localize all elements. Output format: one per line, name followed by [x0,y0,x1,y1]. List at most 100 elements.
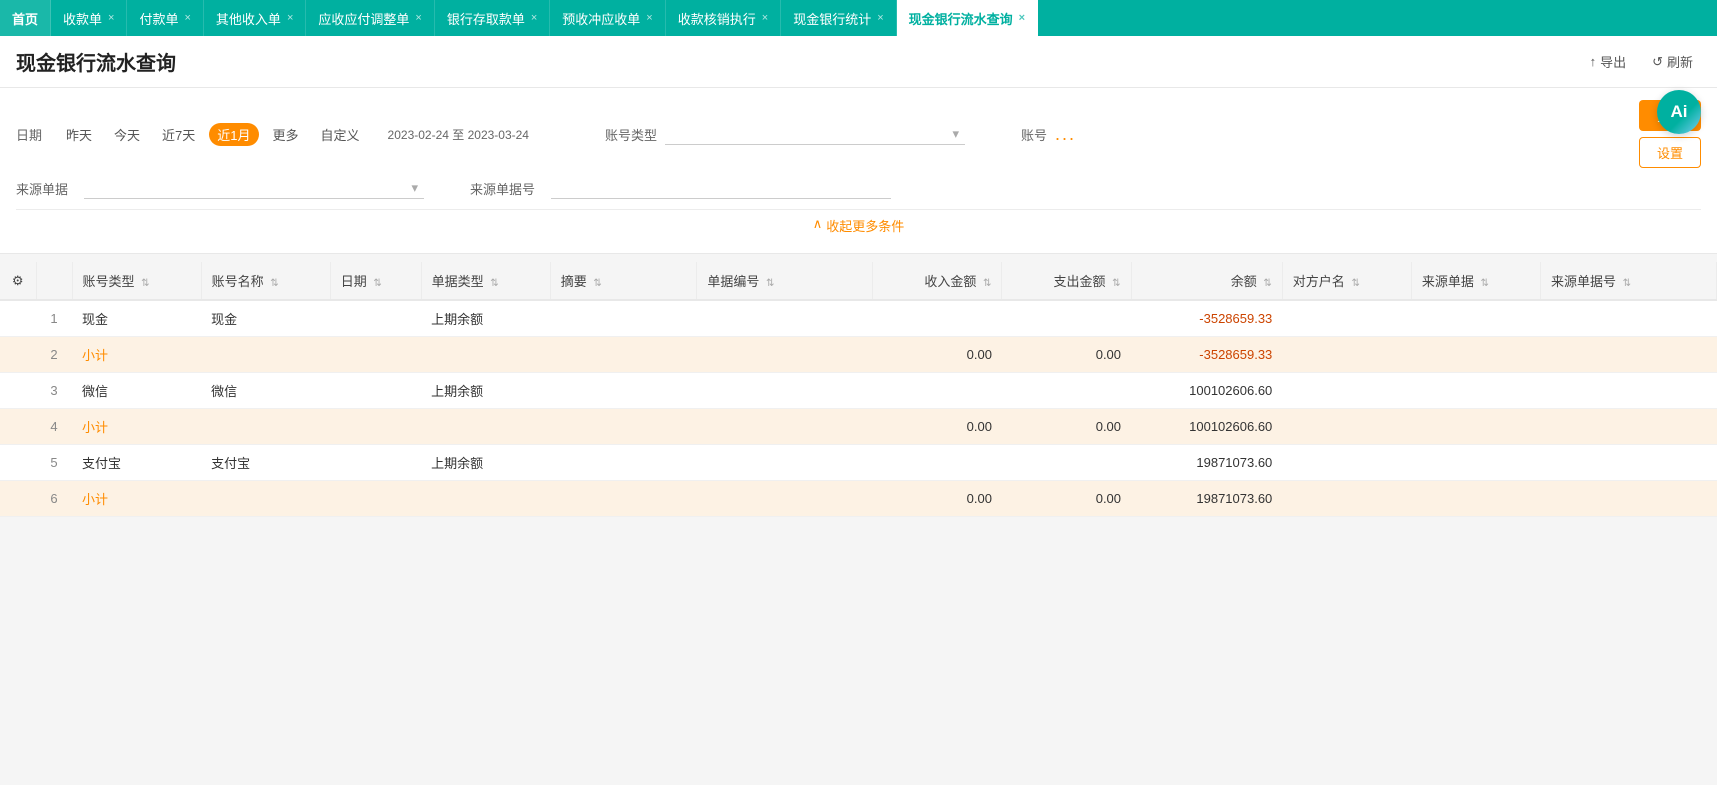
nav-tab-现金银行统计[interactable]: 现金银行统计 × [781,0,896,36]
sort-icon: ⇅ [593,278,601,289]
close-icon[interactable]: × [287,12,293,24]
table-cell [1002,300,1131,337]
table-cell: 4 [36,409,72,445]
table-cell [1282,409,1411,445]
sort-icon: ⇅ [1112,278,1120,289]
table-cell [201,481,330,517]
nav-tab-收款核销执行[interactable]: 收款核销执行 × [666,0,781,36]
table-cell [550,481,697,517]
table-cell [0,481,36,517]
table-cell [873,300,1002,337]
data-table: ⚙ 账号类型 ⇅ 账号名称 ⇅ 日期 ⇅ 单据类型 ⇅ [0,262,1717,517]
table-cell: -3528659.33 [1131,337,1282,373]
table-cell: 上期余额 [421,445,550,481]
date-option-today[interactable]: 今天 [106,123,148,146]
table-cell: 6 [36,481,72,517]
date-option-7days[interactable]: 近7天 [154,123,203,146]
col-income[interactable]: 收入金额 ⇅ [873,262,1002,300]
col-doc-type[interactable]: 单据类型 ⇅ [421,262,550,300]
source-doc-no-label: 来源单据号 [470,179,535,198]
table-row[interactable]: 1现金现金上期余额-3528659.33 [0,300,1717,337]
page-header: 现金银行流水查询 ↑ 导出 ↺ 刷新 [0,36,1717,88]
col-doc-no[interactable]: 单据编号 ⇅ [697,262,873,300]
filter-area: 日期 昨天 今天 近7天 近1月 更多 自定义 2023-02-24 至 202… [0,88,1717,254]
table-cell: 现金 [201,300,330,337]
col-summary[interactable]: 摘要 ⇅ [550,262,697,300]
export-icon: ↑ [1590,54,1597,69]
table-cell [1002,445,1131,481]
settings-button[interactable]: 设置 [1639,137,1701,168]
export-button[interactable]: ↑ 导出 [1582,48,1635,75]
table-row[interactable]: 5支付宝支付宝上期余额19871073.60 [0,445,1717,481]
nav-tab-应收应付调整单[interactable]: 应收应付调整单 × [306,0,434,36]
table-cell: 上期余额 [421,373,550,409]
chevron-down-icon: ▾ [411,180,418,196]
table-cell [697,481,873,517]
table-cell: 支付宝 [72,445,201,481]
date-option-custom[interactable]: 自定义 [313,123,368,146]
table-cell: 支付宝 [201,445,330,481]
date-option-more[interactable]: 更多 [265,123,307,146]
sort-icon: ⇅ [373,278,381,289]
sort-icon: ⇅ [141,278,149,289]
close-icon[interactable]: × [531,12,537,24]
date-option-yesterday[interactable]: 昨天 [58,123,100,146]
col-counterparty[interactable]: 对方户名 ⇅ [1282,262,1411,300]
table-cell: 1 [36,300,72,337]
table-row[interactable]: 2小计0.000.00-3528659.33 [0,337,1717,373]
nav-tab-现金银行流水查询[interactable]: 现金银行流水查询 × [897,0,1038,36]
source-doc-select[interactable]: ▾ [84,178,424,199]
account-type-select[interactable]: ▾ [665,124,965,145]
col-source-doc[interactable]: 来源单据 ⇅ [1411,262,1540,300]
table-cell: 微信 [72,373,201,409]
col-account-name[interactable]: 账号名称 ⇅ [201,262,330,300]
table-row[interactable]: 3微信微信上期余额100102606.60 [0,373,1717,409]
source-doc-no-input[interactable] [551,179,891,199]
col-date[interactable]: 日期 ⇅ [330,262,421,300]
nav-tab-银行存取款单[interactable]: 银行存取款单 × [435,0,550,36]
table-cell [1002,373,1131,409]
ai-assistant-button[interactable]: Ai [1657,90,1701,134]
table-row[interactable]: 6小计0.000.0019871073.60 [0,481,1717,517]
top-nav: 首页 收款单 × 付款单 × 其他收入单 × 应收应付调整单 × 银行存取款单 … [0,0,1717,36]
col-balance[interactable]: 余额 ⇅ [1131,262,1282,300]
table-cell [421,481,550,517]
table-cell [0,445,36,481]
table-cell: 0.00 [873,409,1002,445]
table-cell: 2 [36,337,72,373]
collapse-button[interactable]: ∧ 收起更多条件 [16,209,1701,241]
date-option-1month[interactable]: 近1月 [209,123,258,146]
close-icon[interactable]: × [184,12,190,24]
col-expense[interactable]: 支出金额 ⇅ [1002,262,1131,300]
chevron-up-icon: ∧ [813,216,823,235]
table-cell [1411,445,1540,481]
table-cell [1540,481,1716,517]
table-cell [330,337,421,373]
close-icon[interactable]: × [108,12,114,24]
table-cell: 0.00 [1002,409,1131,445]
refresh-button[interactable]: ↺ 刷新 [1644,48,1701,75]
table-cell [421,409,550,445]
col-account-type[interactable]: 账号类型 ⇅ [72,262,201,300]
account-ellipsis-button[interactable]: ... [1055,124,1076,145]
nav-tab-其他收入单[interactable]: 其他收入单 × [204,0,306,36]
col-source-doc-no[interactable]: 来源单据号 ⇅ [1540,262,1716,300]
close-icon[interactable]: × [877,12,883,24]
table-cell: 100102606.60 [1131,409,1282,445]
close-icon[interactable]: × [415,12,421,24]
nav-tab-付款单[interactable]: 付款单 × [127,0,203,36]
close-icon[interactable]: × [1019,12,1025,24]
table-row[interactable]: 4小计0.000.00100102606.60 [0,409,1717,445]
nav-tab-预收冲应收单[interactable]: 预收冲应收单 × [550,0,665,36]
table-cell [873,373,1002,409]
col-gear[interactable]: ⚙ [0,262,36,300]
table-cell [550,300,697,337]
table-cell: 上期余额 [421,300,550,337]
close-icon[interactable]: × [762,12,768,24]
close-icon[interactable]: × [646,12,652,24]
nav-home[interactable]: 首页 [0,0,51,36]
nav-tab-收款单[interactable]: 收款单 × [51,0,127,36]
table-cell [873,445,1002,481]
table-cell [697,337,873,373]
table-cell [330,445,421,481]
